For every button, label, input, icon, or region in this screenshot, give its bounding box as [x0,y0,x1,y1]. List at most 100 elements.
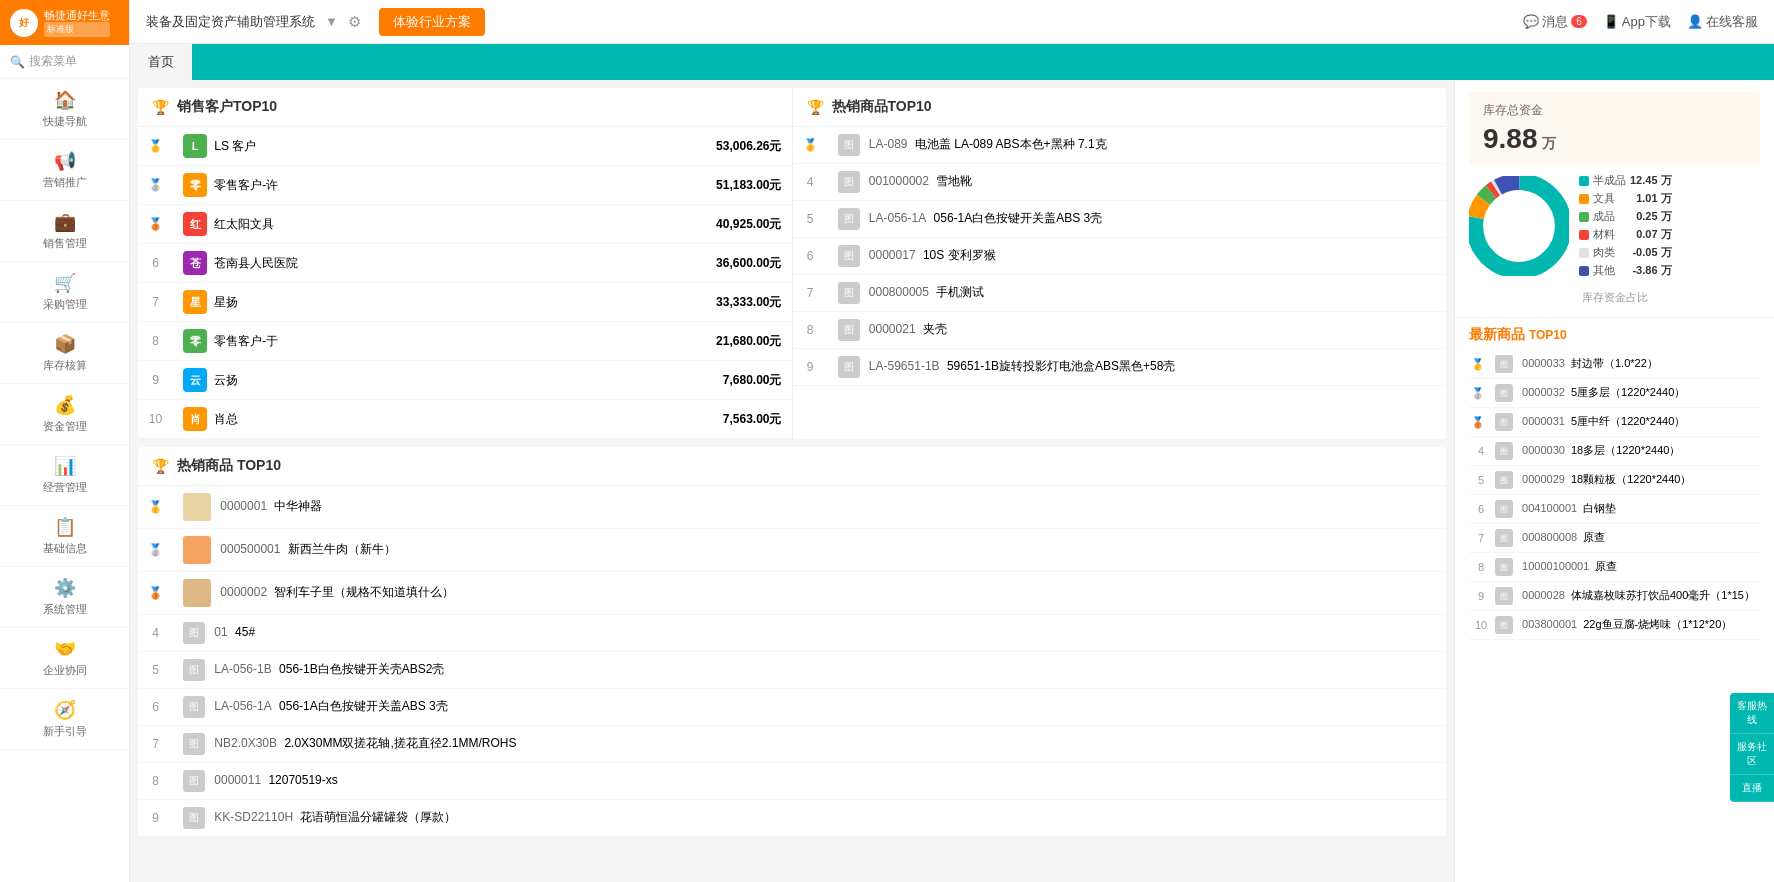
sidebar-item-0[interactable]: 🏠 快捷导航 [0,79,129,140]
rank-num: 6 [1469,495,1493,524]
sidebar-item-3[interactable]: 🛒采购管理 [0,262,129,323]
float-service-btn2[interactable]: 服务社区 [1730,734,1774,775]
search-menu[interactable]: 🔍 搜索菜单 [0,45,129,79]
topbar: 装备及固定资产辅助管理系统 ▼ ⚙ 体验行业方案 💬 消息 6 📱 App下载 … [130,0,1774,44]
newest-product-info: 图 004100001 白钢垫 [1493,495,1760,524]
app-badge: 标准版 [44,22,110,37]
table-row: 7 图 000800008 原查 [1469,524,1760,553]
float-service-btn3[interactable]: 直播 [1730,775,1774,802]
product-icon: 图 [838,245,860,267]
sidebar-item-1[interactable]: 📢营销推广 [0,140,129,201]
rank-medal: 🥇 [138,127,173,166]
newest-product-info: 图 0000030 18多层（1220*2440） [1493,437,1760,466]
newest-product-code: 004100001 [1522,502,1577,514]
sidebar-item-6[interactable]: 📊经营管理 [0,445,129,506]
table-row: 7 图 NB2.0X30B 2.0X30MM双搓花轴,搓花直径2.1MM/ROH… [138,726,1446,763]
top-products-right-label: 热销商品TOP10 [832,98,932,116]
sidebar-icon-7: 📋 [54,516,76,538]
legend-dot [1579,248,1589,258]
newest-product-icon: 图 [1495,384,1513,402]
sidebar-item-5[interactable]: 💰资金管理 [0,384,129,445]
newest-product-name: 5厘中纤（1220*2440） [1571,415,1685,427]
product-icon: 图 [838,134,860,156]
newest-product-icon: 图 [1495,616,1513,634]
newest-product-icon: 图 [1495,587,1513,605]
sidebar-label-2: 销售管理 [43,236,87,251]
product-info: 图 0000017 10S 变利罗猴 [828,238,1447,275]
product-thumbnail [183,536,211,564]
table-row: 8 图 10000100001 原查 [1469,553,1760,582]
content-left: 🏆 销售客户TOP10 🥇 L LS 客户 53,006.26元🥈 零 零售客户… [130,80,1454,882]
sidebar-item-8[interactable]: ⚙️系统管理 [0,567,129,628]
customer-avatar: 零 [183,329,207,353]
sidebar-icon-1: 📢 [54,150,76,172]
customer-name: 云 云扬 [173,361,552,400]
experience-btn[interactable]: 体验行业方案 [379,8,485,36]
message-label: 消息 [1542,13,1568,31]
table-row: 4 图 01 45# [138,615,1446,652]
trophy2-icon: 🏆 [807,99,824,115]
product-code: 01 [214,625,227,639]
table-row: 6 苍 苍南县人民医院 36,600.00元 [138,244,792,283]
sidebar-label-4: 库存核算 [43,358,87,373]
tab-home[interactable]: 首页 [130,44,192,80]
rank-medal: 🥇 [138,486,173,529]
rank-num: 6 [138,244,173,283]
app-download-btn[interactable]: 📱 App下载 [1603,13,1671,31]
trophy-icon: 🏆 [152,99,169,115]
table-row: 🥈 000500001 新西兰牛肉（新牛） [138,529,1446,572]
rank-num: 4 [138,615,173,652]
sidebar-icon-6: 📊 [54,455,76,477]
sidebar-item-2[interactable]: 💼销售管理 [0,201,129,262]
customer-name: 红 红太阳文具 [173,205,552,244]
product-code: 0000001 [220,499,267,513]
product-code: 0000002 [220,585,267,599]
newest-product-info: 图 0000033 封边带（1.0*22） [1493,350,1760,379]
customer-name: 零 零售客户-许 [173,166,552,205]
newest-product-name: 原查 [1595,560,1617,572]
newest-product-icon: 图 [1495,355,1513,373]
rank-num: 7 [793,275,828,312]
product-code: 0000017 [869,248,916,262]
content-area: 🏆 销售客户TOP10 🥇 L LS 客户 53,006.26元🥈 零 零售客户… [130,80,1774,882]
app-download-label: App下载 [1622,13,1671,31]
legend-name: 其他 [1593,263,1628,278]
product-icon: 图 [183,807,205,829]
sidebar-icon-0: 🏠 [54,89,76,111]
settings-gear-icon[interactable]: ⚙ [348,13,361,31]
newest-product-icon: 图 [1495,442,1513,460]
dropdown-arrow-icon[interactable]: ▼ [325,14,338,29]
sidebar-item-7[interactable]: 📋基础信息 [0,506,129,567]
table-row: 10 图 003800001 22g鱼豆腐-烧烤味（1*12*20） [1469,611,1760,640]
rank-num: 9 [138,361,173,400]
online-service-btn[interactable]: 👤 在线客服 [1687,13,1758,31]
legend-item: 成品 0.25 万 [1579,209,1672,224]
table-row: 8 零 零售客户-于 21,680.00元 [138,322,792,361]
sidebar-item-4[interactable]: 📦库存核算 [0,323,129,384]
sidebar-item-10[interactable]: 🧭新手引导 [0,689,129,750]
sidebar-label-0: 快捷导航 [43,114,87,129]
rank-num: 8 [138,763,173,800]
nav-tabs: 首页 [130,44,1774,80]
hot-trophy-icon: 🏆 [152,458,169,474]
sidebar-item-9[interactable]: 🤝企业协同 [0,628,129,689]
product-info: 图 LA-056-1A 056-1A白色按键开关盖ABS 3壳 [173,689,1446,726]
legend-dot [1579,230,1589,240]
rank-num: 4 [1469,437,1493,466]
hot-products-table: 🥇 0000001 中华神器 🥈 000500001 新西兰牛肉（新牛） 🥉 0… [138,486,1446,837]
product-info: 图 0000011 12070519-xs [173,763,1446,800]
float-service-btn1[interactable]: 客服热线 [1730,693,1774,734]
customer-avatar: 苍 [183,251,207,275]
table-row: 5 图 0000029 18颗粒板（1220*2440） [1469,466,1760,495]
table-row: 9 图 LA-59651-1B 59651-1B旋转投影灯电池盒ABS黑色+58… [793,349,1447,386]
product-icon: 图 [183,696,205,718]
sidebar-icon-9: 🤝 [54,638,76,660]
tab-home-label: 首页 [148,53,174,71]
message-btn[interactable]: 💬 消息 6 [1523,13,1587,31]
rank-num: 7 [138,283,173,322]
stock-unit: 万 [1542,135,1556,153]
newest-product-name: 白钢垫 [1583,502,1616,514]
legend-value: 0.07 万 [1636,227,1671,242]
table-row: 🥉 红 红太阳文具 40,925.00元 [138,205,792,244]
message-badge: 6 [1571,15,1587,28]
